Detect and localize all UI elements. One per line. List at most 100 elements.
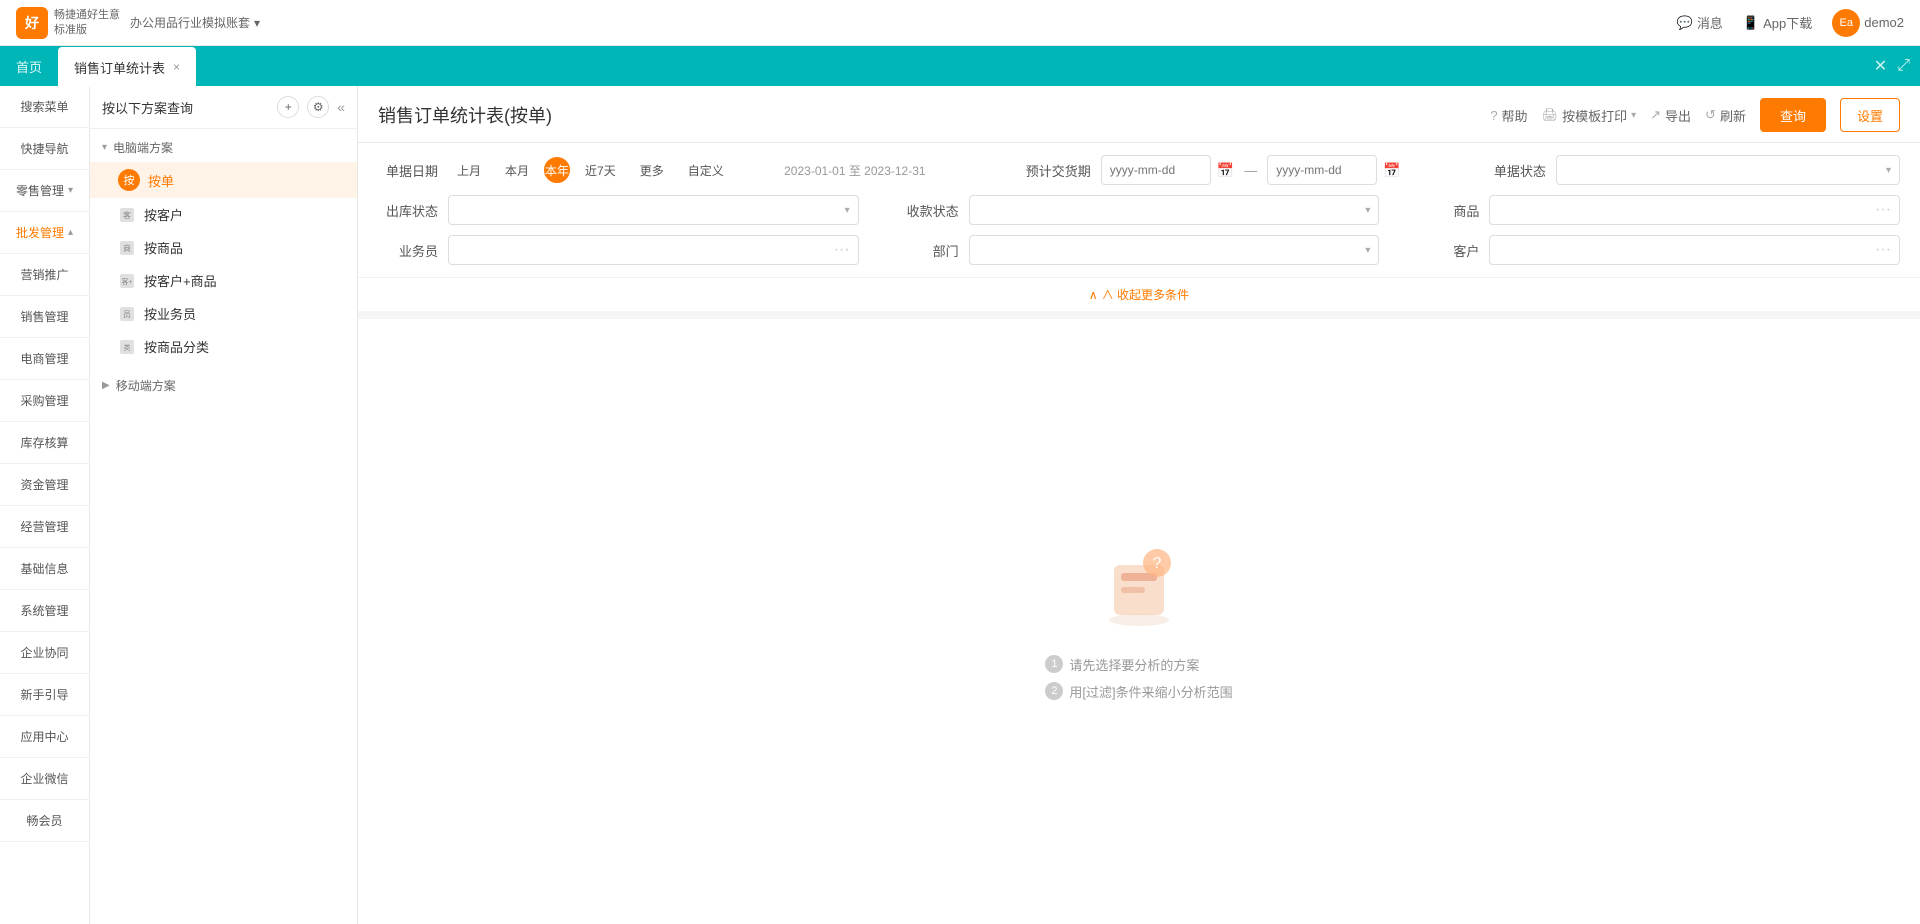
date-btn-this-year[interactable]: 本年 xyxy=(544,157,570,183)
date-btn-custom[interactable]: 自定义 xyxy=(679,157,733,183)
sidebar-item-ecommerce[interactable]: 电商管理 xyxy=(0,338,89,380)
staff-label: 业务员 xyxy=(378,241,438,260)
message-btn[interactable]: 💬 消息 xyxy=(1677,13,1723,32)
left-panel-header: 按以下方案查询 + ⚙ « xyxy=(90,86,357,129)
date-btn-last-7days[interactable]: 近7天 xyxy=(576,157,625,183)
pay-status-dropdown[interactable]: ▾ xyxy=(969,195,1380,225)
sidebar-item-marketing[interactable]: 营销推广 xyxy=(0,254,89,296)
add-scheme-btn[interactable]: + xyxy=(277,96,299,118)
scheme-item-by-goods[interactable]: 商 按商品 xyxy=(90,231,357,264)
left-panel: 按以下方案查询 + ⚙ « ▾ 电脑端方案 按 按单 xyxy=(90,86,358,924)
sidebar-item-app-center[interactable]: 应用中心 xyxy=(0,716,89,758)
sidebar-item-purchase[interactable]: 采购管理 xyxy=(0,380,89,422)
tab-close-btn[interactable]: × xyxy=(173,60,180,74)
mobile-schemes-header[interactable]: ▶ 移动端方案 xyxy=(90,371,357,400)
svg-text:?: ? xyxy=(1153,555,1162,572)
sidebar-item-finance[interactable]: 资金管理 xyxy=(0,464,89,506)
scheme-item-by-category[interactable]: 类 按商品分类 xyxy=(90,330,357,363)
scheme-item-by-customer[interactable]: 客 按客户 xyxy=(90,198,357,231)
calendar-from-icon: 📅 xyxy=(1217,162,1234,179)
tab-sales-order-stats[interactable]: 销售订单统计表 × xyxy=(58,47,196,87)
export-btn[interactable]: ↗ 导出 xyxy=(1650,106,1691,125)
wholesale-arrow-icon: ▴ xyxy=(68,227,73,238)
filter-row-2: 出库状态 ▾ 收款状态 ▾ 商品 ··· xyxy=(378,195,1900,225)
active-dot: 按 xyxy=(118,169,140,191)
page-title: 销售订单统计表(按单) xyxy=(378,102,552,128)
page-header-actions: ? 帮助 🖨 按模板打印 ▾ ↗ 导出 ↺ xyxy=(1490,98,1900,132)
staff-more-btn[interactable]: ··· xyxy=(834,241,850,259)
dept-label: 部门 xyxy=(899,241,959,260)
sidebar: 搜索菜单 快捷导航 零售管理 ▾ 批发管理 ▴ 营销推广 销售管理 电商管理 采 xyxy=(0,86,90,924)
logo-text: 畅捷通好生意 标准版 xyxy=(54,8,120,37)
settings-scheme-btn[interactable]: ⚙ xyxy=(307,96,329,118)
sidebar-item-basic-info[interactable]: 基础信息 xyxy=(0,548,89,590)
bill-status-label: 单据状态 xyxy=(1486,161,1546,180)
dept-dropdown[interactable]: ▾ xyxy=(969,235,1380,265)
sidebar-item-member[interactable]: 畅会员 xyxy=(0,800,89,842)
customer-more-btn[interactable]: ··· xyxy=(1875,241,1891,259)
sidebar-item-guide[interactable]: 新手引导 xyxy=(0,674,89,716)
main-layout: 搜索菜单 快捷导航 零售管理 ▾ 批发管理 ▴ 营销推广 销售管理 电商管理 采 xyxy=(0,86,1920,924)
content-area: 按以下方案查询 + ⚙ « ▾ 电脑端方案 按 按单 xyxy=(90,86,1920,924)
print-dropdown-icon: ▾ xyxy=(1631,110,1636,121)
empty-tip-1: 1 请先选择要分析的方案 xyxy=(1045,655,1232,674)
empty-tip-2: 2 用[过滤]条件来缩小分析范围 xyxy=(1045,682,1232,701)
query-btn[interactable]: 查询 xyxy=(1760,98,1826,132)
export-icon: ↗ xyxy=(1650,107,1661,123)
help-btn[interactable]: ? 帮助 xyxy=(1490,106,1527,125)
sidebar-item-operations[interactable]: 经营管理 xyxy=(0,506,89,548)
mobile-schemes-section: ▶ 移动端方案 xyxy=(90,367,357,404)
collapse-more-conditions-btn[interactable]: ∧ ∧ 收起更多条件 xyxy=(358,277,1920,311)
date-filter-group: 上月 本月 本年 近7天 更多 自定义 xyxy=(448,157,774,183)
sidebar-item-system[interactable]: 系统管理 xyxy=(0,590,89,632)
scheme-item-by-order[interactable]: 按 按单 xyxy=(90,162,357,198)
sidebar-item-enterprise[interactable]: 企业协同 xyxy=(0,632,89,674)
sidebar-item-wholesale[interactable]: 批发管理 ▴ xyxy=(0,212,89,254)
mobile-schemes-arrow-icon: ▶ xyxy=(102,380,110,391)
refresh-btn[interactable]: ↺ 刷新 xyxy=(1705,106,1746,125)
sidebar-item-sales[interactable]: 销售管理 xyxy=(0,296,89,338)
collapse-icon: ∧ xyxy=(1089,288,1098,302)
filter-settings-btn[interactable]: 设置 xyxy=(1840,98,1900,132)
predict-date-to-input[interactable] xyxy=(1267,155,1377,185)
predict-date-from-wrap: 📅 xyxy=(1101,155,1234,185)
dept-arrow-icon: ▾ xyxy=(1365,245,1370,256)
bill-status-dropdown[interactable]: ▾ xyxy=(1556,155,1900,185)
retail-arrow-icon: ▾ xyxy=(68,185,73,196)
window-close-btn[interactable]: ✕ xyxy=(1874,56,1887,76)
out-status-dropdown[interactable]: ▾ xyxy=(448,195,859,225)
predict-date-label: 预计交货期 xyxy=(1011,161,1091,180)
breadcrumb[interactable]: 办公用品行业模拟账套 ▾ xyxy=(130,14,260,31)
breadcrumb-dropdown[interactable]: ▾ xyxy=(254,16,260,30)
date-btn-more[interactable]: 更多 xyxy=(631,157,673,183)
date-btn-last-month[interactable]: 上月 xyxy=(448,157,490,183)
pc-schemes-header[interactable]: ▾ 电脑端方案 xyxy=(90,133,357,162)
template-print-btn[interactable]: 🖨 按模板打印 ▾ xyxy=(1542,106,1637,125)
tab-home[interactable]: 首页 xyxy=(0,46,58,86)
scheme-item-by-customer-goods[interactable]: 客+ 按客户+商品 xyxy=(90,264,357,297)
refresh-icon: ↺ xyxy=(1705,107,1716,123)
sidebar-item-search-menu[interactable]: 搜索菜单 xyxy=(0,86,89,128)
logo-icon: 好 xyxy=(16,7,48,39)
app-download-btn[interactable]: 📱 App下载 xyxy=(1743,13,1812,32)
top-bar: 好 畅捷通好生意 标准版 办公用品行业模拟账套 ▾ 💬 消息 📱 App下载 E… xyxy=(0,0,1920,46)
sidebar-item-quick-nav[interactable]: 快捷导航 xyxy=(0,128,89,170)
out-status-label: 出库状态 xyxy=(378,201,438,220)
out-status-arrow-icon: ▾ xyxy=(845,205,850,216)
empty-tips: 1 请先选择要分析的方案 2 用[过滤]条件来缩小分析范围 xyxy=(1045,655,1232,709)
message-icon: 💬 xyxy=(1677,15,1693,31)
date-btn-this-month[interactable]: 本月 xyxy=(496,157,538,183)
sidebar-item-inventory[interactable]: 库存核算 xyxy=(0,422,89,464)
window-expand-btn[interactable]: ⤢ xyxy=(1897,57,1910,75)
predict-date-from-input[interactable] xyxy=(1101,155,1211,185)
right-panel: 销售订单统计表(按单) ? 帮助 🖨 按模板打印 ▾ ↗ xyxy=(358,86,1920,924)
collapse-panel-btn[interactable]: « xyxy=(337,99,345,115)
sidebar-item-retail[interactable]: 零售管理 ▾ xyxy=(0,170,89,212)
goods-more-btn[interactable]: ··· xyxy=(1875,201,1891,219)
calendar-to-icon: 📅 xyxy=(1383,162,1400,179)
user-info[interactable]: Ea demo2 xyxy=(1832,9,1904,37)
date-separator: — xyxy=(1244,163,1257,178)
sidebar-item-wechat[interactable]: 企业微信 xyxy=(0,758,89,800)
scheme-item-by-staff[interactable]: 员 按业务员 xyxy=(90,297,357,330)
filter-row-3: 业务员 ··· 部门 ▾ 客户 ··· xyxy=(378,235,1900,265)
